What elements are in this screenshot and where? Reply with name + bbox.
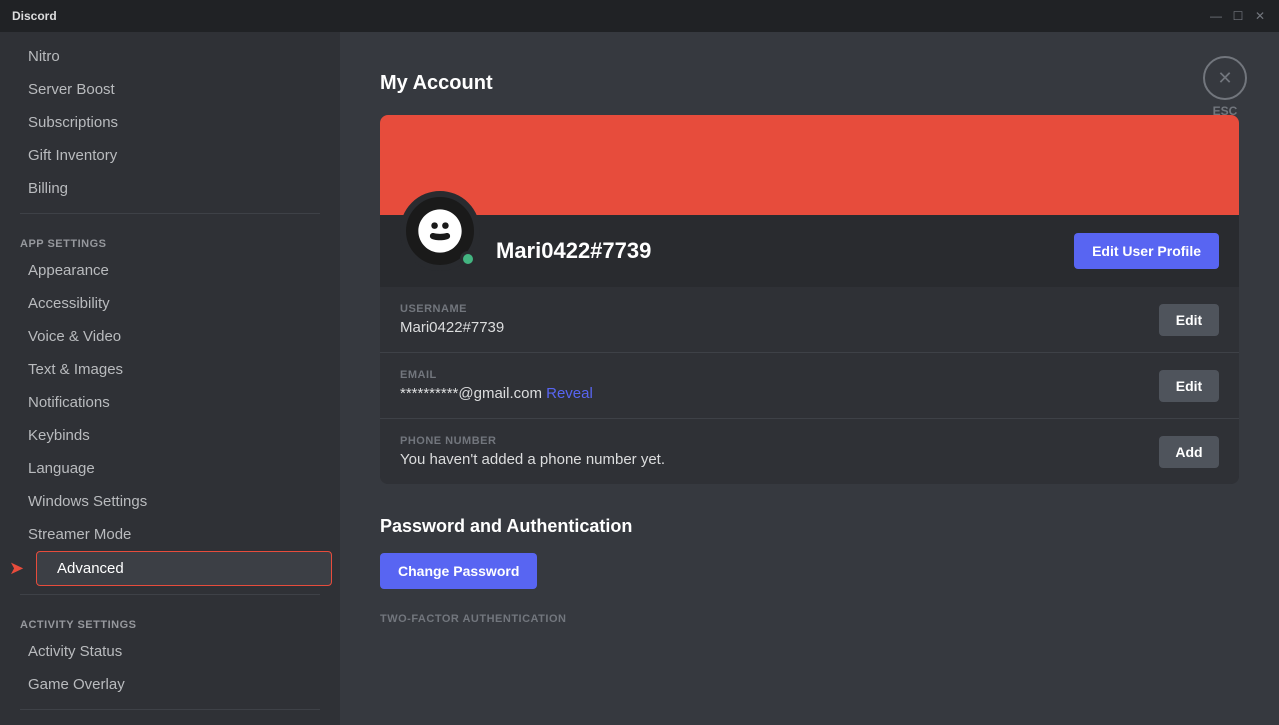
sidebar-item-game-overlay[interactable]: Game Overlay: [8, 668, 332, 701]
maximize-button[interactable]: ☐: [1231, 9, 1245, 23]
sidebar-item-appearance[interactable]: Appearance: [8, 254, 332, 287]
window-controls: — ☐ ✕: [1209, 9, 1267, 23]
sidebar-item-windows-settings[interactable]: Windows Settings: [8, 485, 332, 518]
close-button[interactable]: ✕: [1253, 9, 1267, 23]
sidebar-item-keybinds[interactable]: Keybinds: [8, 419, 332, 452]
online-status-dot: [460, 251, 476, 267]
sidebar-item-voice-video[interactable]: Voice & Video: [8, 320, 332, 353]
sidebar-item-gift-inventory[interactable]: Gift Inventory: [8, 139, 332, 172]
profile-username: Mari0422#7739: [496, 238, 1058, 264]
sidebar-item-whats-new[interactable]: What's New: [8, 718, 332, 725]
sidebar-item-server-boost[interactable]: Server Boost: [8, 73, 332, 106]
sidebar: Nitro Server Boost Subscriptions Gift In…: [0, 32, 340, 725]
sidebar-item-label: Appearance: [28, 262, 109, 279]
app-body: Nitro Server Boost Subscriptions Gift In…: [0, 32, 1279, 725]
sidebar-divider-2: [20, 594, 320, 595]
field-row-username: USERNAME Mari0422#7739 Edit: [380, 287, 1239, 353]
app-title: Discord: [12, 9, 57, 23]
edit-email-button[interactable]: Edit: [1159, 370, 1219, 402]
sidebar-item-label: Server Boost: [28, 81, 115, 98]
sidebar-divider-1: [20, 213, 320, 214]
field-info-email: EMAIL **********@gmail.com Reveal: [400, 369, 1159, 402]
two-fa-label: TWO-FACTOR AUTHENTICATION: [380, 613, 1239, 625]
sidebar-item-streamer-mode[interactable]: Streamer Mode: [8, 518, 332, 551]
sidebar-item-subscriptions[interactable]: Subscriptions: [8, 106, 332, 139]
discord-avatar-icon: [414, 205, 466, 257]
field-label-phone: PHONE NUMBER: [400, 435, 1159, 447]
page-title: My Account: [380, 72, 1239, 95]
sidebar-item-label: Text & Images: [28, 361, 123, 378]
sidebar-item-label: Billing: [28, 180, 68, 197]
sidebar-item-nitro[interactable]: Nitro: [8, 40, 332, 73]
sidebar-item-label: Advanced: [57, 560, 124, 577]
sidebar-item-notifications[interactable]: Notifications: [8, 386, 332, 419]
sidebar-item-accessibility[interactable]: Accessibility: [8, 287, 332, 320]
sidebar-item-advanced[interactable]: ➤ Advanced: [36, 551, 332, 586]
add-phone-button[interactable]: Add: [1159, 436, 1219, 468]
field-label-email: EMAIL: [400, 369, 1159, 381]
sidebar-divider-3: [20, 709, 320, 710]
sidebar-item-label: Accessibility: [28, 295, 110, 312]
sidebar-section-activity-settings: ACTIVITY SETTINGS: [0, 603, 340, 635]
field-value-phone: You haven't added a phone number yet.: [400, 451, 1159, 468]
password-section-title: Password and Authentication: [380, 516, 1239, 537]
esc-label: ESC: [1213, 104, 1238, 118]
esc-circle-icon: ✕: [1203, 56, 1247, 100]
sidebar-item-label: Gift Inventory: [28, 147, 117, 164]
sidebar-item-label: Notifications: [28, 394, 110, 411]
field-value-email: **********@gmail.com Reveal: [400, 385, 1159, 402]
sidebar-item-label: Activity Status: [28, 643, 122, 660]
sidebar-item-label: Nitro: [28, 48, 60, 65]
sidebar-item-label: Game Overlay: [28, 676, 125, 693]
sidebar-item-label: Subscriptions: [28, 114, 118, 131]
edit-profile-button[interactable]: Edit User Profile: [1074, 233, 1219, 269]
email-masked: **********@gmail.com: [400, 385, 542, 402]
field-row-email: EMAIL **********@gmail.com Reveal Edit: [380, 353, 1239, 419]
sidebar-item-billing[interactable]: Billing: [8, 172, 332, 205]
sidebar-item-language[interactable]: Language: [8, 452, 332, 485]
change-password-button[interactable]: Change Password: [380, 553, 537, 589]
field-info-phone: PHONE NUMBER You haven't added a phone n…: [400, 435, 1159, 468]
sidebar-item-label: Language: [28, 460, 95, 477]
password-section: Password and Authentication Change Passw…: [380, 516, 1239, 625]
arrow-icon: ➤: [9, 558, 24, 579]
sidebar-section-app-settings: APP SETTINGS: [0, 222, 340, 254]
main-content: ✕ ESC My Account Mari0422: [340, 32, 1279, 725]
profile-card: Mari0422#7739 Edit User Profile USERNAME…: [380, 115, 1239, 484]
esc-button[interactable]: ✕ ESC: [1203, 56, 1247, 118]
field-row-phone: PHONE NUMBER You haven't added a phone n…: [380, 419, 1239, 484]
field-label-username: USERNAME: [400, 303, 1159, 315]
edit-username-button[interactable]: Edit: [1159, 304, 1219, 336]
reveal-email-link[interactable]: Reveal: [546, 385, 593, 402]
sidebar-item-label: Keybinds: [28, 427, 90, 444]
field-info-username: USERNAME Mari0422#7739: [400, 303, 1159, 336]
field-value-username: Mari0422#7739: [400, 319, 1159, 336]
avatar-wrapper: [400, 191, 480, 271]
sidebar-item-text-images[interactable]: Text & Images: [8, 353, 332, 386]
titlebar: Discord — ☐ ✕: [0, 0, 1279, 32]
sidebar-item-activity-status[interactable]: Activity Status: [8, 635, 332, 668]
profile-info-row: Mari0422#7739 Edit User Profile: [380, 215, 1239, 287]
account-fields: USERNAME Mari0422#7739 Edit EMAIL ******…: [380, 287, 1239, 484]
sidebar-item-label: Windows Settings: [28, 493, 147, 510]
sidebar-item-label: Voice & Video: [28, 328, 121, 345]
profile-banner: [380, 115, 1239, 215]
sidebar-item-label: Streamer Mode: [28, 526, 131, 543]
minimize-button[interactable]: —: [1209, 9, 1223, 23]
